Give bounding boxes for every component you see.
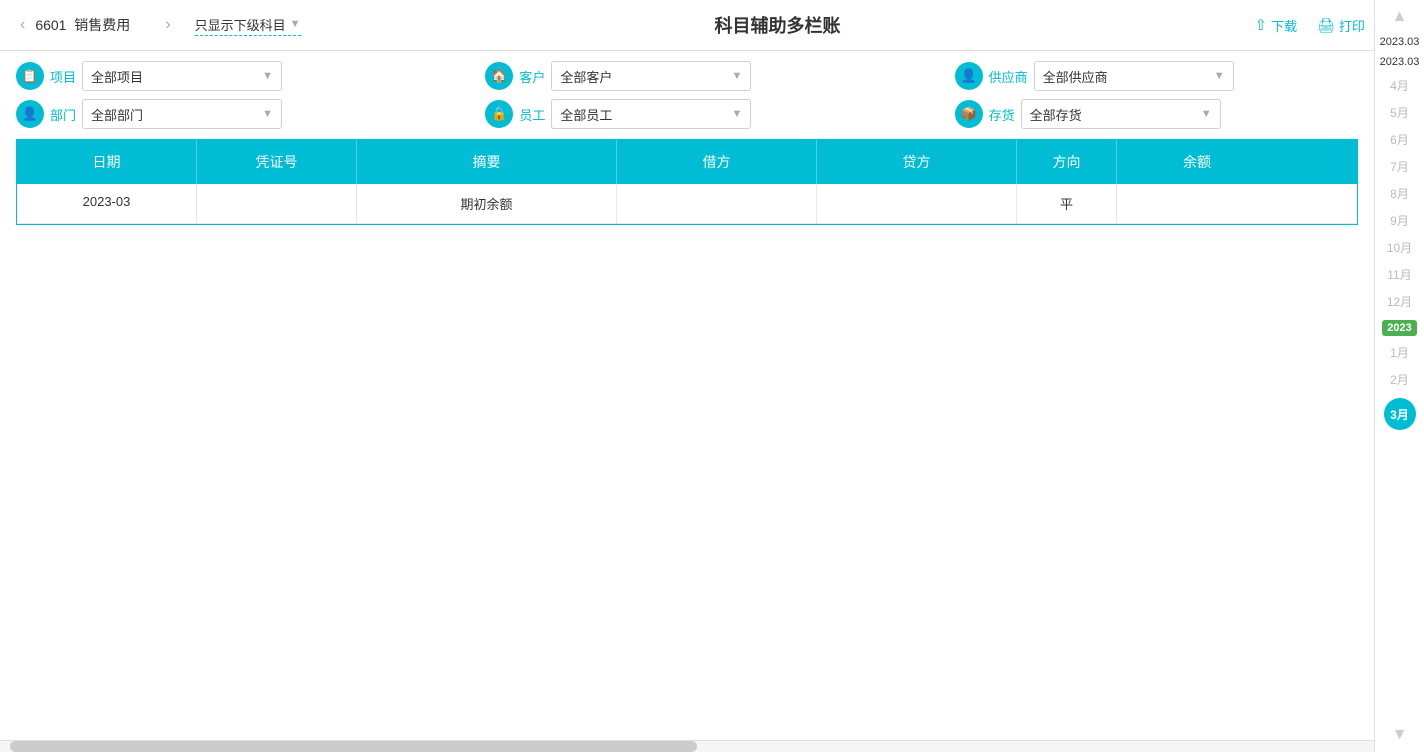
timeline-6month[interactable]: 6月 [1375, 126, 1424, 153]
project-filter-group: 📋 项目 全部项目 ▼ [16, 61, 469, 91]
employee-icon: 🔒 [485, 100, 513, 128]
col-balance: 余额 [1117, 140, 1277, 184]
show-sub-arrow-icon: ▼ [290, 18, 301, 30]
department-label: 部门 [50, 105, 76, 124]
supplier-icon: 👤 [955, 62, 983, 90]
timeline-2023-03-header1[interactable]: 2023.03 [1375, 32, 1424, 52]
download-button[interactable]: ⇧ 下载 [1255, 16, 1298, 35]
project-value: 全部项目 [91, 67, 143, 86]
timeline-12month[interactable]: 12月 [1375, 288, 1424, 315]
download-label: 下载 [1271, 16, 1297, 35]
cell-direction: 平 [1017, 184, 1117, 223]
table-row: 2023-03 期初余额 平 [17, 184, 1357, 224]
main-container: ‹ 6601 销售费用 › 只显示下级科目 ▼ 科目辅助多栏账 ⇧ 下载 🖨 打… [0, 0, 1424, 752]
cell-credit [817, 184, 1017, 223]
timeline-2023-year[interactable]: 2023 [1375, 315, 1424, 339]
header: ‹ 6601 销售费用 › 只显示下级科目 ▼ 科目辅助多栏账 ⇧ 下载 🖨 打… [0, 0, 1424, 51]
col-voucher: 凭证号 [197, 140, 357, 184]
project-dropdown-arrow-icon: ▼ [262, 70, 273, 82]
project-icon: 📋 [16, 62, 44, 90]
cell-debit [617, 184, 817, 223]
col-direction: 方向 [1017, 140, 1117, 184]
project-label: 项目 [50, 67, 76, 86]
timeline-up-arrow[interactable]: ▲ [1388, 4, 1412, 30]
cell-summary: 期初余额 [357, 184, 617, 223]
inventory-icon: 📦 [955, 100, 983, 128]
employee-dropdown-arrow-icon: ▼ [731, 108, 742, 120]
cell-voucher [197, 184, 357, 223]
timeline-8month[interactable]: 8月 [1375, 180, 1424, 207]
horizontal-scrollbar[interactable] [0, 740, 1374, 752]
employee-filter-group: 🔒 员工 全部员工 ▼ [485, 99, 938, 129]
print-icon: 🖨 [1317, 17, 1335, 34]
show-sub-toggle[interactable]: 只显示下级科目 ▼ [195, 15, 301, 36]
timeline-3month-active[interactable]: 3月 [1375, 393, 1424, 435]
department-dropdown-arrow-icon: ▼ [262, 108, 273, 120]
side-timeline: ▲ 2023.03 2023.03 4月 5月 6月 7月 8月 9月 10月 [1374, 0, 1424, 752]
timeline-5month[interactable]: 5月 [1375, 99, 1424, 126]
timeline-2023-03-header2[interactable]: 2023.03 [1375, 52, 1424, 72]
print-label: 打印 [1339, 16, 1365, 35]
timeline-1month[interactable]: 1月 [1375, 339, 1424, 366]
page-title: 科目辅助多栏账 [301, 12, 1255, 38]
col-date: 日期 [17, 140, 197, 184]
timeline-10month[interactable]: 10月 [1375, 234, 1424, 261]
cell-balance [1117, 184, 1277, 223]
employee-select[interactable]: 全部员工 ▼ [551, 99, 751, 129]
timeline-2month[interactable]: 2月 [1375, 366, 1424, 393]
timeline-11month[interactable]: 11月 [1375, 261, 1424, 288]
supplier-dropdown-arrow-icon: ▼ [1214, 70, 1225, 82]
supplier-value: 全部供应商 [1043, 67, 1108, 86]
inventory-select[interactable]: 全部存货 ▼ [1021, 99, 1221, 129]
employee-label: 员工 [519, 105, 545, 124]
inventory-label: 存货 [989, 105, 1015, 124]
customer-dropdown-arrow-icon: ▼ [731, 70, 742, 82]
department-value: 全部部门 [91, 105, 143, 124]
customer-filter-group: 🏠 客户 全部客户 ▼ [485, 61, 938, 91]
inventory-dropdown-arrow-icon: ▼ [1201, 108, 1212, 120]
customer-select[interactable]: 全部客户 ▼ [551, 61, 751, 91]
supplier-label: 供应商 [989, 67, 1028, 86]
table-header: 日期 凭证号 摘要 借方 贷方 方向 余额 [17, 140, 1357, 184]
cell-date: 2023-03 [17, 184, 197, 223]
active-month-bubble: 3月 [1384, 398, 1416, 430]
col-summary: 摘要 [357, 140, 617, 184]
table-container: 日期 凭证号 摘要 借方 贷方 方向 余额 2023-03 期初余额 平 [16, 139, 1358, 225]
year-badge: 2023 [1382, 320, 1416, 336]
show-sub-label: 只显示下级科目 [195, 15, 286, 34]
timeline-4month[interactable]: 4月 [1375, 72, 1424, 99]
project-select[interactable]: 全部项目 ▼ [82, 61, 282, 91]
department-filter-group: 👤 部门 全部部门 ▼ [16, 99, 469, 129]
supplier-filter-group: 👤 供应商 全部供应商 ▼ [955, 61, 1408, 91]
employee-value: 全部员工 [560, 105, 612, 124]
account-name: 销售费用 [74, 17, 130, 33]
inventory-filter-group: 📦 存货 全部存货 ▼ [955, 99, 1408, 129]
customer-icon: 🏠 [485, 62, 513, 90]
nav-account: ‹ 6601 销售费用 › [16, 14, 175, 36]
account-display: 6601 销售费用 [35, 15, 155, 35]
table-body: 2023-03 期初余额 平 [17, 184, 1357, 224]
timeline-7month[interactable]: 7月 [1375, 153, 1424, 180]
timeline-down-arrow[interactable]: ▼ [1388, 722, 1412, 752]
customer-value: 全部客户 [560, 67, 612, 86]
next-account-button[interactable]: › [161, 14, 174, 36]
col-debit: 借方 [617, 140, 817, 184]
col-credit: 贷方 [817, 140, 1017, 184]
filter-bar: 📋 项目 全部项目 ▼ 🏠 客户 全部客户 ▼ 👤 供应商 [0, 51, 1424, 95]
print-button[interactable]: 🖨 打印 [1317, 16, 1365, 35]
account-code: 6601 [35, 17, 66, 33]
customer-label: 客户 [519, 67, 545, 86]
scrollbar-thumb [10, 741, 697, 752]
department-select[interactable]: 全部部门 ▼ [82, 99, 282, 129]
timeline-9month[interactable]: 9月 [1375, 207, 1424, 234]
download-icon: ⇧ [1255, 16, 1268, 34]
department-icon: 👤 [16, 100, 44, 128]
inventory-value: 全部存货 [1030, 105, 1082, 124]
supplier-select[interactable]: 全部供应商 ▼ [1034, 61, 1234, 91]
prev-account-button[interactable]: ‹ [16, 14, 29, 36]
